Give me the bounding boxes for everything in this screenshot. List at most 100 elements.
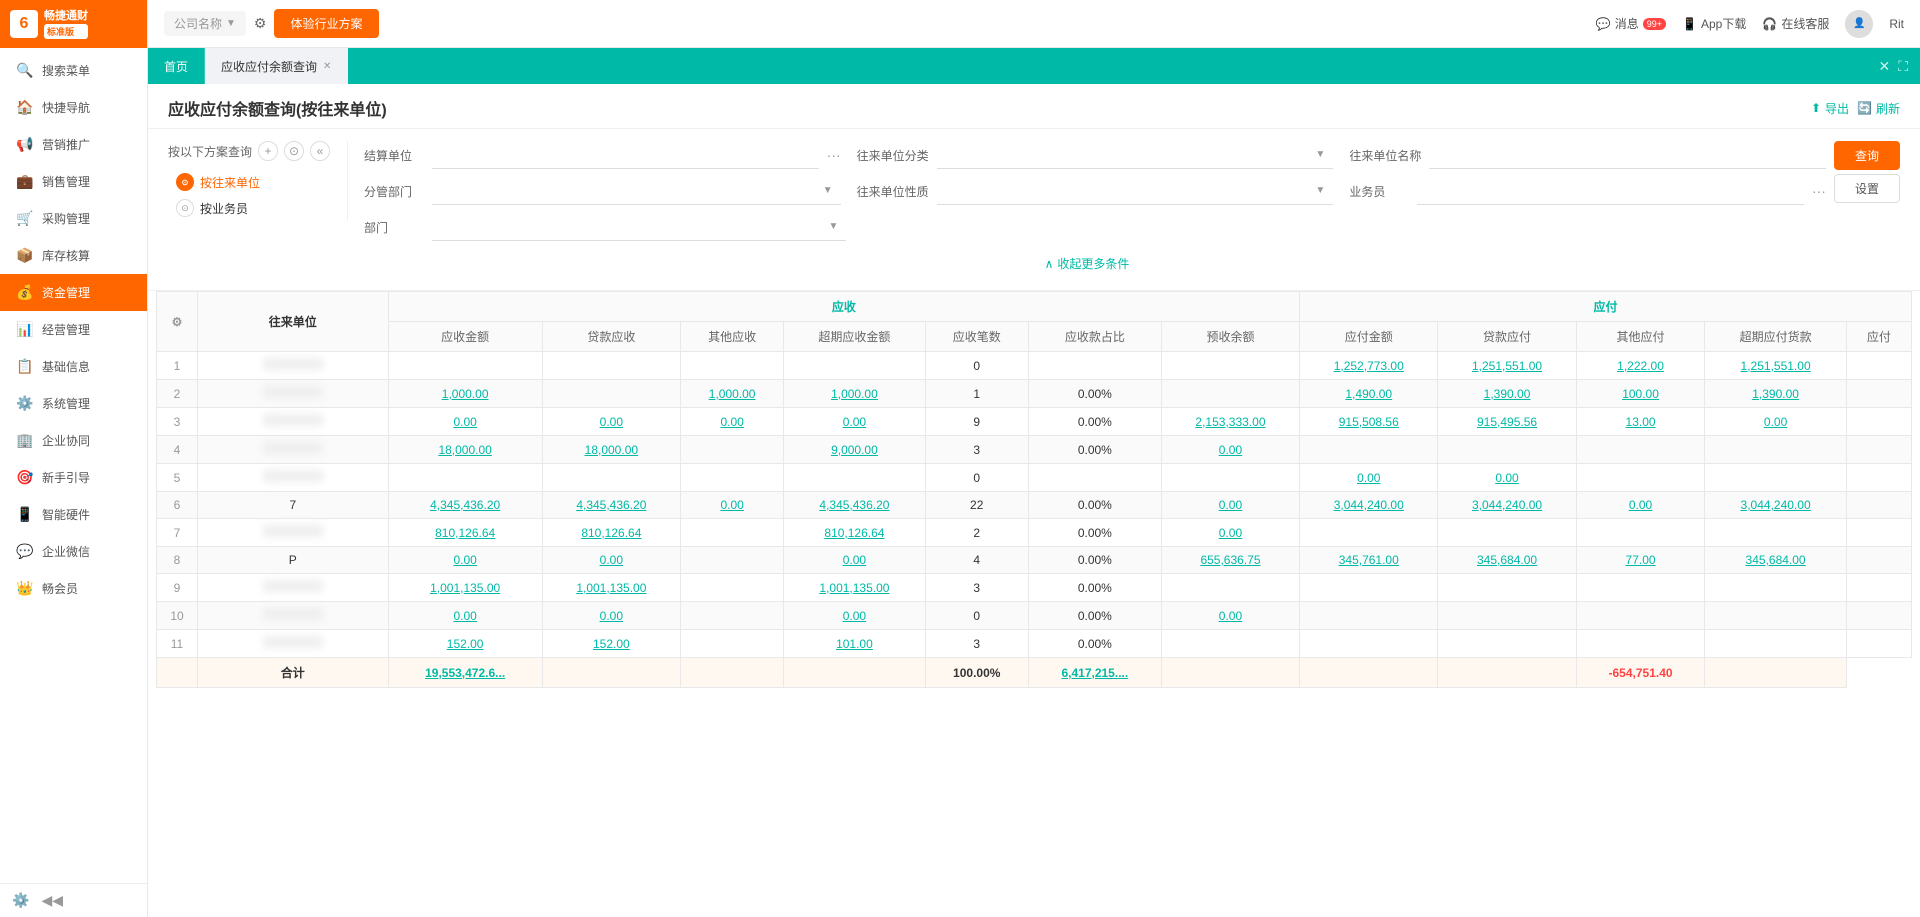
loan-receivable-cell[interactable]: 810,126.64 [542,519,680,547]
other-payable-cell[interactable]: 13.00 [1576,408,1705,436]
dept-manager-select[interactable]: ▼ [432,177,841,205]
loan-receivable-cell[interactable]: 4,345,436.20 [542,492,680,519]
payable-amount-cell[interactable]: 345,761.00 [1300,547,1438,574]
tab-close-btn[interactable]: ✕ [323,61,331,72]
overdue-payable-cell[interactable]: 1,390.00 [1705,380,1846,408]
collapse-scheme-btn[interactable]: « [310,141,330,161]
receivable-amount-cell[interactable]: 4,345,436.20 [388,492,542,519]
user-name[interactable]: Rit [1889,17,1904,31]
other-payable-cell[interactable]: 77.00 [1576,547,1705,574]
receivable-amount-cell[interactable]: 0.00 [388,408,542,436]
receivable-amount-cell[interactable]: 1,000.00 [388,380,542,408]
breadcrumb[interactable]: 公司名称 ▼ [164,11,246,36]
query-btn[interactable]: 查询 [1834,141,1900,170]
loan-receivable-cell[interactable]: 18,000.00 [542,436,680,464]
other-payable-cell[interactable]: 1,222.00 [1576,352,1705,380]
solution-btn[interactable]: 体验行业方案 [274,9,378,38]
sidebar-item-finance[interactable]: 💰 资金管理 [0,274,147,311]
payable-amount-cell[interactable]: 0.00 [1300,464,1438,492]
scheme-item-salesperson[interactable]: ⊙ 按业务员 [168,195,335,221]
loan-payable-cell[interactable]: 3,044,240.00 [1438,492,1576,519]
loan-payable-cell[interactable]: 1,390.00 [1438,380,1576,408]
loan-payable-cell[interactable]: 915,495.56 [1438,408,1576,436]
overdue-receivable-cell[interactable]: 0.00 [784,602,925,630]
overdue-receivable-cell[interactable]: 4,345,436.20 [784,492,925,519]
notifications-btn[interactable]: 💬 消息 99+ [1596,15,1666,32]
partner-nature-select[interactable]: ▼ [937,177,1334,205]
scheme-item-partner[interactable]: ⊙ 按往来单位 [168,169,335,195]
setting-btn[interactable]: 设置 [1834,174,1900,203]
export-btn[interactable]: ⬆ 导出 [1811,100,1849,117]
loan-receivable-cell[interactable]: 152.00 [542,630,680,658]
sidebar-item-basics[interactable]: 📋 基础信息 [0,348,147,385]
window-close-btn[interactable]: ✕ [1878,58,1890,75]
settlement-unit-dots[interactable]: ··· [827,147,841,163]
other-receivable-cell[interactable]: 0.00 [681,492,784,519]
sidebar-item-marketing[interactable]: 📢 营销推广 [0,126,147,163]
loan-payable-cell[interactable]: 345,684.00 [1438,547,1576,574]
sidebar-settings-btn[interactable]: ⚙️ [12,892,29,909]
overdue-receivable-cell[interactable]: 1,000.00 [784,380,925,408]
partner-name-input[interactable] [1429,141,1826,169]
overdue-receivable-cell[interactable]: 0.00 [784,408,925,436]
receivable-amount-cell[interactable]: 1,001,135.00 [388,574,542,602]
loan-payable-cell[interactable]: 1,251,551.00 [1438,352,1576,380]
sidebar-item-purchase[interactable]: 🛒 采购管理 [0,200,147,237]
advance-balance-cell[interactable]: 0.00 [1161,436,1299,464]
window-maximize-btn[interactable]: ⛶ [1898,58,1908,75]
salesperson-dots[interactable]: ··· [1812,183,1826,199]
overdue-payable-cell[interactable]: 0.00 [1705,408,1846,436]
sidebar-item-system[interactable]: ⚙️ 系统管理 [0,385,147,422]
overdue-payable-cell[interactable]: 3,044,240.00 [1705,492,1846,519]
department-select[interactable]: ▼ [432,213,846,241]
payable-amount-cell[interactable]: 1,252,773.00 [1300,352,1438,380]
receivable-amount-cell[interactable]: 0.00 [388,547,542,574]
sidebar-item-inventory[interactable]: 📦 库存核算 [0,237,147,274]
overdue-receivable-cell[interactable]: 101.00 [784,630,925,658]
tab-home[interactable]: 首页 [148,48,205,84]
overdue-receivable-cell[interactable]: 0.00 [784,547,925,574]
other-receivable-cell[interactable]: 0.00 [681,408,784,436]
avatar[interactable]: 👤 [1845,10,1873,38]
other-payable-cell[interactable]: 100.00 [1576,380,1705,408]
online-service-btn[interactable]: 🎧 在线客服 [1762,15,1829,32]
salesperson-input[interactable] [1417,177,1804,205]
sidebar-item-quick-nav[interactable]: 🏠 快捷导航 [0,89,147,126]
advance-balance-cell[interactable]: 655,636.75 [1161,547,1299,574]
sidebar-item-vip[interactable]: 👑 畅会员 [0,570,147,607]
loan-receivable-cell[interactable]: 1,001,135.00 [542,574,680,602]
table-settings-icon[interactable]: ⚙ [165,310,189,334]
loan-payable-cell[interactable]: 0.00 [1438,464,1576,492]
advance-balance-cell[interactable]: 0.00 [1161,602,1299,630]
sidebar-item-operations[interactable]: 📊 经营管理 [0,311,147,348]
sidebar-item-enterprise[interactable]: 🏢 企业协同 [0,422,147,459]
overdue-receivable-cell[interactable]: 9,000.00 [784,436,925,464]
advance-balance-cell[interactable]: 2,153,333.00 [1161,408,1299,436]
sidebar-item-wechat[interactable]: 💬 企业微信 [0,533,147,570]
sidebar-item-smart-hw[interactable]: 📱 智能硬件 [0,496,147,533]
overdue-payable-cell[interactable]: 1,251,551.00 [1705,352,1846,380]
overdue-receivable-cell[interactable]: 1,001,135.00 [784,574,925,602]
refresh-btn[interactable]: 🔄 刷新 [1857,100,1900,117]
sidebar-item-search[interactable]: 🔍 搜索菜单 [0,52,147,89]
edit-scheme-btn[interactable]: ⊙ [284,141,304,161]
overdue-payable-cell[interactable]: 345,684.00 [1705,547,1846,574]
receivable-amount-cell[interactable]: 810,126.64 [388,519,542,547]
other-payable-cell[interactable]: 0.00 [1576,492,1705,519]
app-download-btn[interactable]: 📱 App下载 [1682,15,1746,32]
tab-ar-query[interactable]: 应收应付余额查询 ✕ [205,48,348,84]
payable-amount-cell[interactable]: 915,508.56 [1300,408,1438,436]
loan-receivable-cell[interactable]: 0.00 [542,602,680,630]
receivable-amount-cell[interactable]: 18,000.00 [388,436,542,464]
receivable-amount-cell[interactable]: 152.00 [388,630,542,658]
advance-balance-cell[interactable]: 0.00 [1161,519,1299,547]
gear-icon[interactable]: ⚙ [254,15,267,32]
settlement-unit-input[interactable] [432,141,819,169]
payable-amount-cell[interactable]: 1,490.00 [1300,380,1438,408]
sidebar-item-sales[interactable]: 💼 销售管理 [0,163,147,200]
loan-receivable-cell[interactable]: 0.00 [542,408,680,436]
loan-receivable-cell[interactable]: 0.00 [542,547,680,574]
other-receivable-cell[interactable]: 1,000.00 [681,380,784,408]
receivable-amount-cell[interactable]: 0.00 [388,602,542,630]
filter-collapse-btn[interactable]: ∧ 收起更多条件 [348,249,1826,278]
